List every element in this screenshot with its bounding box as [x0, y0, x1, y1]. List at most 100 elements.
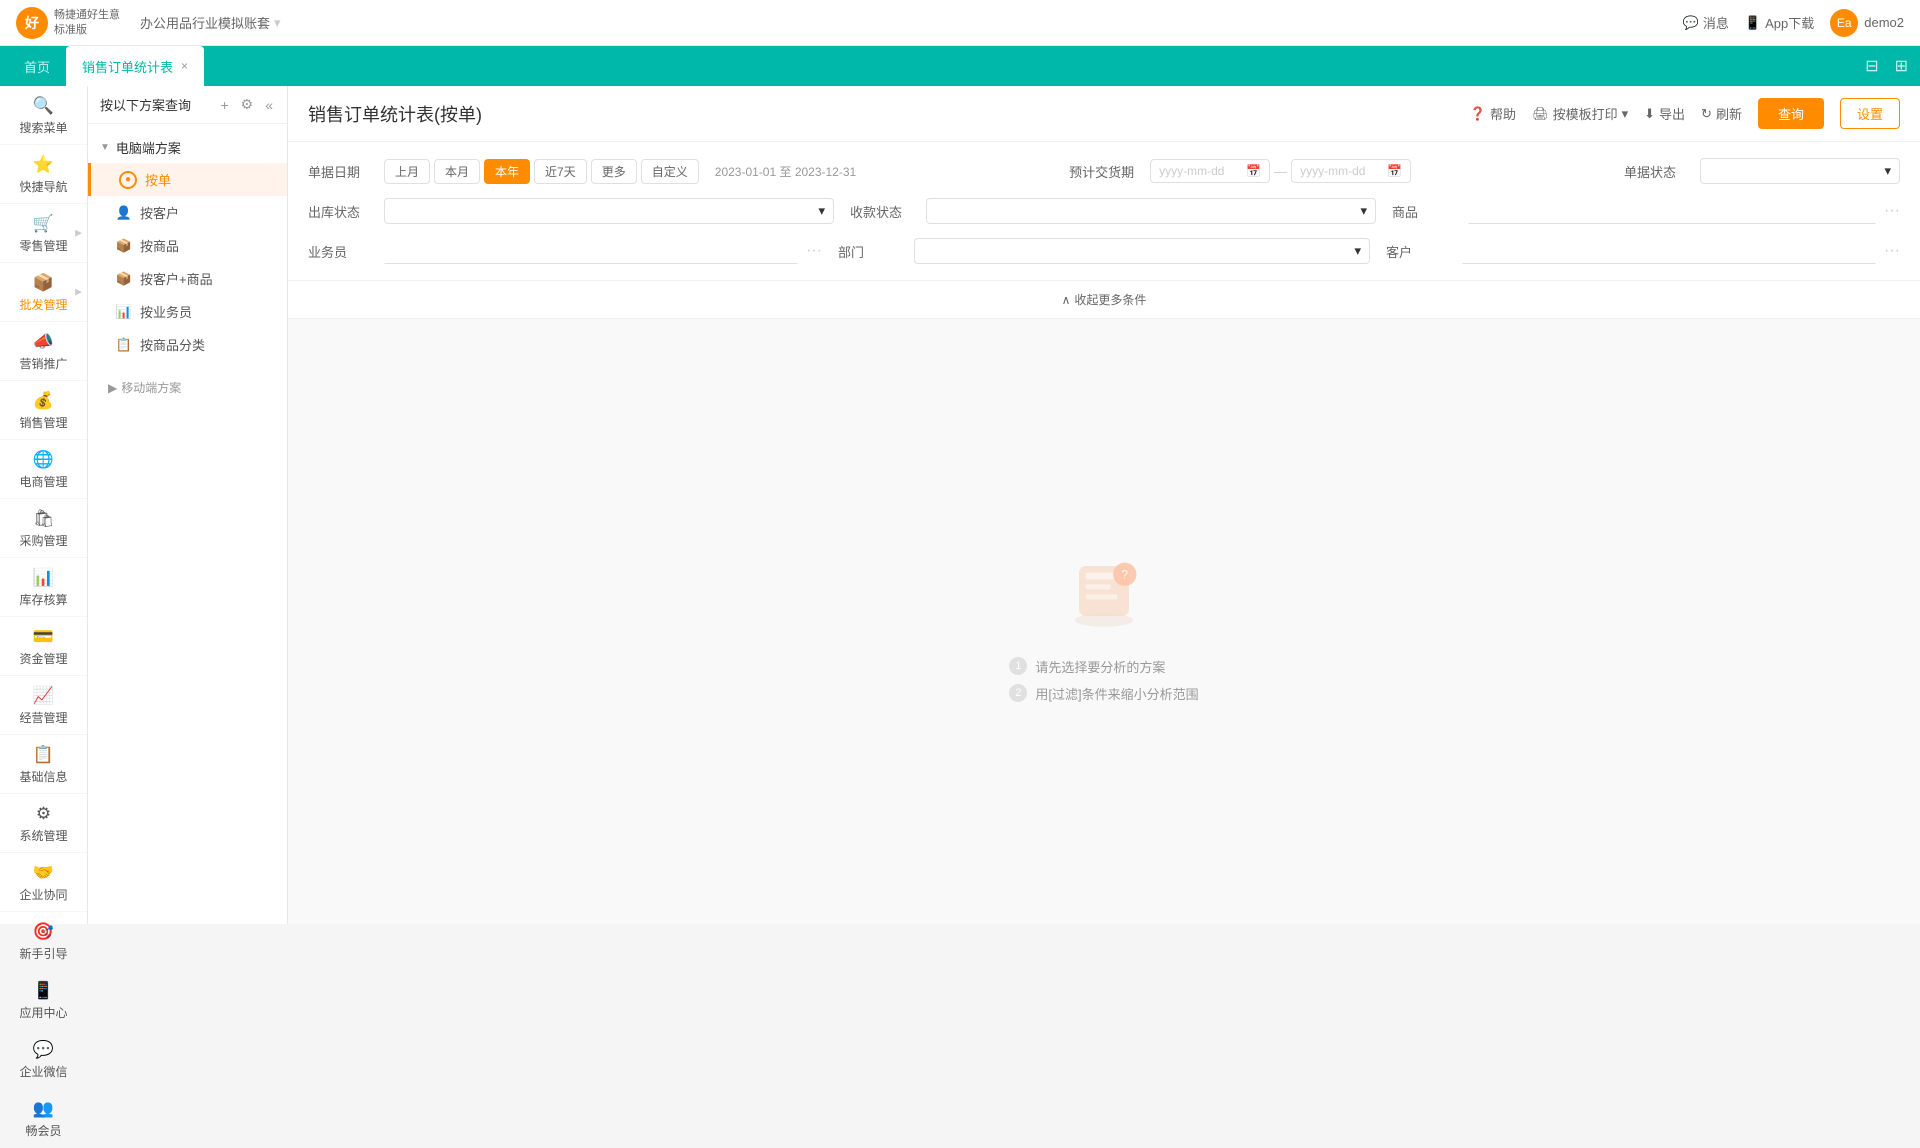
status-select[interactable]: ▾ [1700, 158, 1900, 184]
export-button[interactable]: ⬇ 导出 [1644, 104, 1685, 123]
sidebar-item-enterprise[interactable]: 🤝 企业协同 [0, 853, 87, 912]
refresh-button[interactable]: ↻ 刷新 [1701, 104, 1742, 123]
empty-tip-2: 2 用[过滤]条件来缩小分析范围 [1009, 684, 1198, 703]
help-button[interactable]: ❓ 帮助 [1470, 104, 1516, 123]
delivery-dropdown-arrow-icon: ▾ [818, 203, 825, 219]
collapse-bar[interactable]: ∧ 收起更多条件 [288, 281, 1920, 319]
enterprise-icon: 🤝 [33, 863, 54, 883]
expected-date-label: 预计交货期 [1069, 162, 1134, 181]
goods-input[interactable] [1468, 199, 1876, 224]
payment-dropdown-arrow-icon: ▾ [1360, 203, 1367, 219]
settings-button[interactable]: 设置 [1840, 98, 1900, 129]
left-panel-header: 按以下方案查询 + ⚙ « [88, 86, 287, 124]
topbar-right: 💬 消息 📱 App下载 Ea demo2 [1683, 9, 1904, 37]
logo-icon: 好 [16, 7, 48, 39]
goods-label: 商品 [1392, 202, 1452, 221]
delivery-status-select[interactable]: ▾ [384, 198, 834, 224]
operation-icon: 📈 [33, 686, 54, 706]
sidebar-item-retail[interactable]: 🛒 零售管理 [0, 204, 87, 263]
left-panel: 按以下方案查询 + ⚙ « ▼ 电脑端方案 ● 按单 👤 按客户 📦 按商品 [88, 86, 288, 924]
date-btn-last-month[interactable]: 上月 [384, 159, 430, 184]
scheme-item-by-order[interactable]: ● 按单 [88, 163, 287, 196]
page-title: 销售订单统计表(按单) [308, 101, 482, 127]
app-download-button[interactable]: 📱 App下载 [1745, 13, 1814, 32]
salesperson-more-button[interactable]: ··· [806, 242, 822, 260]
order-scheme-icon: ● [119, 171, 137, 189]
scheme-item-by-customer-goods[interactable]: 📦 按客户+商品 [88, 262, 287, 295]
sidebar-item-basic[interactable]: 📋 基础信息 [0, 735, 87, 794]
mobile-scheme-section: ▶ 移动端方案 [88, 373, 287, 402]
collapse-panel-button[interactable]: « [263, 95, 275, 115]
main-layout: 🔍 搜索菜单 ⭐ 快捷导航 🛒 零售管理 📦 批发管理 📣 营销推广 💰 销售管… [0, 86, 1920, 924]
sidebar-item-inventory[interactable]: 📊 库存核算 [0, 558, 87, 617]
payment-status-select[interactable]: ▾ [926, 198, 1376, 224]
sidebar-item-appcenter[interactable]: 📱 应用中心 [0, 971, 87, 1030]
sidebar-item-finance[interactable]: 💳 资金管理 [0, 617, 87, 676]
date-btn-this-year[interactable]: 本年 [484, 159, 530, 184]
settings-scheme-button[interactable]: ⚙ [239, 94, 256, 115]
date-btn-last-7-days[interactable]: 近7天 [534, 159, 587, 184]
refresh-icon: ↻ [1701, 106, 1712, 122]
tip-num-2: 2 [1009, 684, 1027, 702]
expand-arrow-icon: ▼ [100, 142, 110, 153]
sidebar-item-system[interactable]: ⚙ 系统管理 [0, 794, 87, 853]
page-header: 销售订单统计表(按单) ❓ 帮助 🖨 按模板打印 ▾ ⬇ 导出 ↻ 刷新 [288, 86, 1920, 142]
empty-tip-1: 1 请先选择要分析的方案 [1009, 657, 1198, 676]
help-icon: ❓ [1470, 106, 1486, 122]
user-menu[interactable]: Ea demo2 [1830, 9, 1904, 37]
tab-maximize-button[interactable]: ⊞ [1891, 52, 1912, 80]
date-btn-more[interactable]: 更多 [591, 159, 637, 184]
scheme-item-by-customer[interactable]: 👤 按客户 [88, 196, 287, 229]
scheme-item-by-salesperson[interactable]: 📊 按业务员 [88, 295, 287, 328]
tab-close-button[interactable]: × [181, 59, 188, 73]
sidebar-item-ecommerce[interactable]: 🌐 电商管理 [0, 440, 87, 499]
date-btn-custom[interactable]: 自定义 [641, 159, 699, 184]
calendar-start-icon: 📅 [1246, 164, 1261, 178]
date-range-text: 2023-01-01 至 2023-12-31 [715, 163, 856, 180]
sidebar-item-marketing[interactable]: 📣 营销推广 [0, 322, 87, 381]
goods-more-button[interactable]: ··· [1884, 202, 1900, 220]
sidebar-item-member[interactable]: 👥 畅会员 [0, 1089, 87, 1148]
content-area: 销售订单统计表(按单) ❓ 帮助 🖨 按模板打印 ▾ ⬇ 导出 ↻ 刷新 [288, 86, 1920, 924]
search-button[interactable]: 查询 [1758, 98, 1824, 129]
page-actions: ❓ 帮助 🖨 按模板打印 ▾ ⬇ 导出 ↻ 刷新 查询 设置 [1470, 98, 1900, 129]
customer-input[interactable] [1462, 239, 1876, 264]
empty-illustration: ? [1054, 541, 1154, 641]
pc-scheme-section-title[interactable]: ▼ 电脑端方案 [88, 132, 287, 163]
print-button[interactable]: 🖨 按模板打印 ▾ [1532, 104, 1628, 123]
add-scheme-button[interactable]: + [218, 95, 230, 115]
tab-minimize-button[interactable]: ⊟ [1861, 52, 1882, 80]
sidebar-item-quick[interactable]: ⭐ 快捷导航 [0, 145, 87, 204]
salesperson-input-group: ··· [384, 239, 822, 264]
scheme-item-by-goods[interactable]: 📦 按商品 [88, 229, 287, 262]
status-label: 单据状态 [1624, 162, 1684, 181]
filter-row-3: 业务员 ··· 部门 ▾ 客户 ··· [308, 238, 1900, 264]
goods-scheme-icon: 📦 [116, 238, 132, 254]
customer-goods-scheme-icon: 📦 [116, 271, 132, 287]
customer-more-button[interactable]: ··· [1884, 242, 1900, 260]
sidebar-item-wecom[interactable]: 💬 企业微信 [0, 1030, 87, 1089]
expected-date-end[interactable]: yyyy-mm-dd 📅 [1291, 159, 1411, 183]
filter-row-1: 单据日期 上月 本月 本年 近7天 更多 自定义 2023-01-01 至 20… [308, 158, 1900, 184]
message-button[interactable]: 💬 消息 [1683, 13, 1729, 32]
app-title[interactable]: 办公用品行业模拟账套 ▾ [140, 13, 281, 32]
date-btn-this-month[interactable]: 本月 [434, 159, 480, 184]
sidebar-item-sales[interactable]: 💰 销售管理 [0, 381, 87, 440]
mobile-scheme-section-title[interactable]: ▶ 移动端方案 [88, 373, 287, 402]
category-scheme-icon: 📋 [116, 337, 132, 353]
star-icon: ⭐ [33, 155, 54, 175]
sidebar-item-wholesale[interactable]: 📦 批发管理 [0, 263, 87, 322]
sidebar-item-newbie[interactable]: 🎯 新手引导 [0, 912, 87, 971]
sidebar-item-purchase[interactable]: 🛍 采购管理 [0, 499, 87, 558]
expected-date-start[interactable]: yyyy-mm-dd 📅 [1150, 159, 1270, 183]
sidebar-item-operation[interactable]: 📈 经营管理 [0, 676, 87, 735]
department-select[interactable]: ▾ [914, 238, 1370, 264]
salesperson-input[interactable] [384, 239, 798, 264]
sidebar-item-search[interactable]: 🔍 搜索菜单 [0, 86, 87, 145]
tab-home[interactable]: 首页 [8, 46, 66, 86]
tab-sales-order-stats[interactable]: 销售订单统计表 × [66, 46, 204, 86]
scheme-item-by-category[interactable]: 📋 按商品分类 [88, 328, 287, 361]
nav-sidebar: 🔍 搜索菜单 ⭐ 快捷导航 🛒 零售管理 📦 批发管理 📣 营销推广 💰 销售管… [0, 86, 88, 924]
empty-state: ? 1 请先选择要分析的方案 2 用[过滤]条件来缩小分析范围 [288, 319, 1920, 924]
topbar: 好 畅捷通好生意 标准版 办公用品行业模拟账套 ▾ 💬 消息 📱 App下载 E… [0, 0, 1920, 46]
